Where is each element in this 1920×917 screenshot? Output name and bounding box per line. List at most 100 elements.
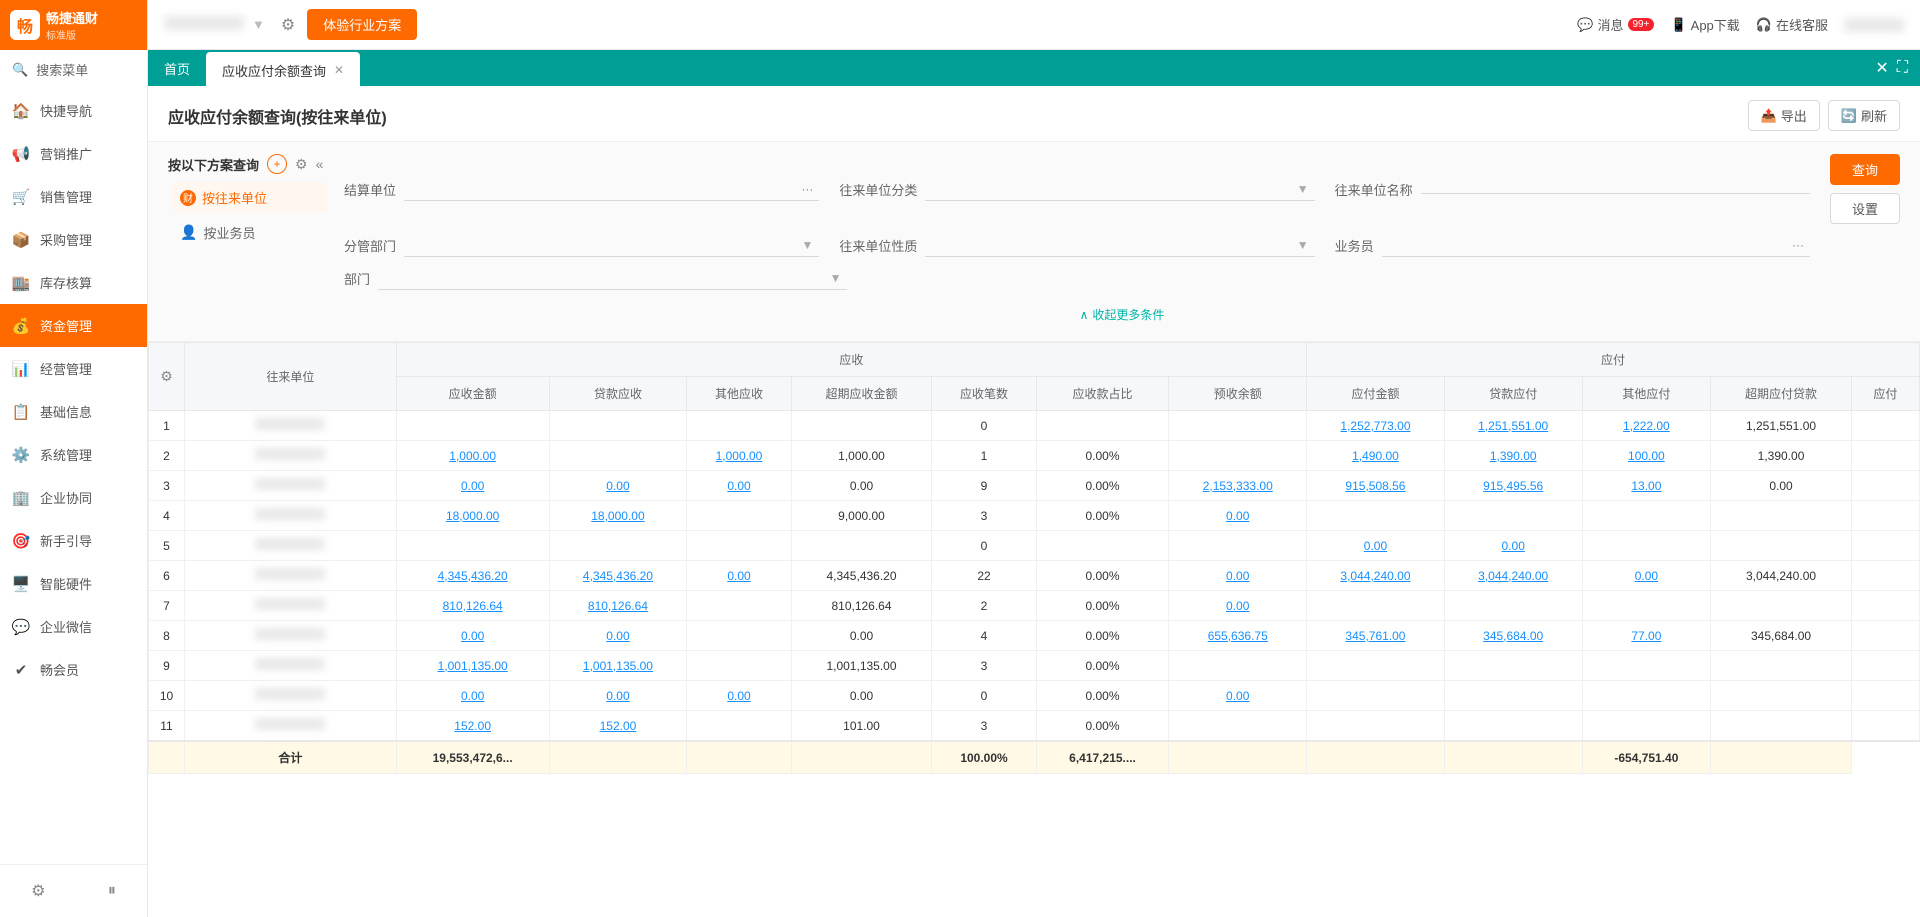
cell-link[interactable]: 1,001,135.00: [583, 659, 653, 673]
filter-collapse-icon[interactable]: «: [316, 156, 324, 172]
set-btn[interactable]: 设置: [1830, 193, 1900, 224]
cell-link[interactable]: 100.00: [1628, 449, 1665, 463]
row-num: 1: [149, 411, 185, 441]
window-close-icon[interactable]: ✕: [1875, 58, 1888, 78]
online-service-label: 在线客服: [1776, 15, 1828, 34]
sidebar-collapse-btn[interactable]: ⏸: [100, 874, 124, 908]
sidebar-item-sysadmin[interactable]: ⚙️ 系统管理: [0, 433, 147, 476]
refresh-btn[interactable]: 🔄 刷新: [1828, 100, 1900, 131]
cell-link[interactable]: 0.00: [606, 479, 629, 493]
row-ap-other: [1582, 501, 1711, 531]
message-btn[interactable]: 💬 消息 99+: [1577, 15, 1654, 34]
settlement-input[interactable]: ···: [404, 178, 819, 201]
cell-link[interactable]: 0.00: [1635, 569, 1658, 583]
user-avatar[interactable]: [1844, 18, 1904, 32]
sidebar-search[interactable]: 🔍 搜索菜单: [0, 50, 147, 89]
row-ar-ratio: 0.00%: [1036, 441, 1169, 471]
cell-link[interactable]: 0.00: [1226, 569, 1249, 583]
cell-link[interactable]: 0.00: [1364, 539, 1387, 553]
cell-link[interactable]: 0.00: [461, 689, 484, 703]
cell-link[interactable]: 0.00: [1226, 509, 1249, 523]
dept-select[interactable]: ▼: [378, 267, 847, 290]
cell-link[interactable]: 1,390.00: [1490, 449, 1537, 463]
partner-name-input[interactable]: [1421, 185, 1810, 194]
cell-link[interactable]: 0.00: [461, 479, 484, 493]
cell-link[interactable]: 18,000.00: [446, 509, 499, 523]
cell-link[interactable]: 915,508.56: [1345, 479, 1405, 493]
cell-link[interactable]: 810,126.64: [588, 599, 648, 613]
cell-link[interactable]: 0.00: [1502, 539, 1525, 553]
scheme-by-staff[interactable]: 👤 按业务员: [172, 217, 328, 248]
solution-btn[interactable]: 体验行业方案: [307, 9, 417, 40]
table-row: 3 0.00 0.00 0.00 0.00 9 0.00% 2,153,333.…: [149, 471, 1920, 501]
cell-link[interactable]: 0.00: [1226, 689, 1249, 703]
cell-link[interactable]: 810,126.64: [443, 599, 503, 613]
sidebar-settings-btn[interactable]: ⚙: [23, 873, 53, 909]
partner-category-select[interactable]: ▼: [925, 178, 1314, 201]
cell-link[interactable]: 655,636.75: [1208, 629, 1268, 643]
division-select[interactable]: ▼: [404, 234, 819, 257]
cell-link[interactable]: 1,000.00: [449, 449, 496, 463]
cell-link[interactable]: 4,345,436.20: [583, 569, 653, 583]
cell-link[interactable]: 0.00: [727, 689, 750, 703]
cell-link[interactable]: 3,044,240.00: [1478, 569, 1548, 583]
cell-link[interactable]: 152.00: [454, 719, 491, 733]
cell-link[interactable]: 1,251,551.00: [1478, 419, 1548, 433]
sidebar-item-member[interactable]: ✔ 畅会员: [0, 648, 147, 691]
partner-nature-select[interactable]: ▼: [925, 234, 1314, 257]
window-expand-icon[interactable]: ⛶: [1897, 59, 1908, 77]
app-download-btn[interactable]: 📱 App下载: [1670, 15, 1739, 34]
cell-link[interactable]: 0.00: [727, 479, 750, 493]
sidebar-item-finance[interactable]: 💰 资金管理: [0, 304, 147, 347]
sidebar-item-inventory[interactable]: 🏬 库存核算: [0, 261, 147, 304]
row-ap-more: [1851, 651, 1919, 681]
cell-link[interactable]: 2,153,333.00: [1203, 479, 1273, 493]
sidebar-item-operations[interactable]: 📊 经营管理: [0, 347, 147, 390]
row-ar-loan: 152.00: [549, 711, 687, 742]
sidebar-item-purchase[interactable]: 📦 采购管理: [0, 218, 147, 261]
header-gear-icon[interactable]: ⚙: [281, 15, 295, 35]
sidebar-item-enterprise[interactable]: 🏢 企业协同: [0, 476, 147, 519]
tab-home[interactable]: 首页: [148, 50, 206, 86]
cell-link[interactable]: 1,000.00: [716, 449, 763, 463]
filter-add-btn[interactable]: +: [267, 154, 287, 174]
sidebar-item-wechat[interactable]: 💬 企业微信: [0, 605, 147, 648]
online-service-btn[interactable]: 🎧 在线客服: [1756, 15, 1828, 34]
sidebar-item-hardware[interactable]: 🖥️ 智能硬件: [0, 562, 147, 605]
collapse-btn[interactable]: ∧ 收起更多条件: [1080, 300, 1165, 329]
cell-link[interactable]: 1,222.00: [1623, 419, 1670, 433]
tab-arquery[interactable]: 应收应付余额查询 ✕: [206, 52, 360, 88]
cell-link[interactable]: 3,044,240.00: [1340, 569, 1410, 583]
row-num: 10: [149, 681, 185, 711]
query-btn[interactable]: 查询: [1830, 154, 1900, 185]
sidebar-item-basicinfo[interactable]: 📋 基础信息: [0, 390, 147, 433]
cell-link[interactable]: 345,761.00: [1345, 629, 1405, 643]
export-btn[interactable]: 📤 导出: [1748, 100, 1820, 131]
sidebar-item-marketing[interactable]: 📢 营销推广: [0, 132, 147, 175]
cell-link[interactable]: 18,000.00: [591, 509, 644, 523]
cell-link[interactable]: 0.00: [727, 569, 750, 583]
th-ar-overdue: 超期应收金额: [791, 377, 932, 411]
filter-settings-icon[interactable]: ⚙: [295, 156, 308, 173]
cell-link[interactable]: 915,495.56: [1483, 479, 1543, 493]
cell-link[interactable]: 1,252,773.00: [1340, 419, 1410, 433]
cell-link[interactable]: 345,684.00: [1483, 629, 1543, 643]
salesperson-input[interactable]: ···: [1382, 234, 1810, 257]
sidebar-item-sales[interactable]: 🛒 销售管理: [0, 175, 147, 218]
cell-link[interactable]: 152.00: [600, 719, 637, 733]
cell-link[interactable]: 0.00: [606, 689, 629, 703]
tab-close-icon[interactable]: ✕: [334, 63, 344, 77]
sidebar-item-guide[interactable]: 🎯 新手引导: [0, 519, 147, 562]
cell-link[interactable]: 0.00: [1226, 599, 1249, 613]
cell-link[interactable]: 4,345,436.20: [438, 569, 508, 583]
cell-link[interactable]: 1,490.00: [1352, 449, 1399, 463]
export-label: 导出: [1781, 106, 1807, 125]
cell-link[interactable]: 1,001,135.00: [438, 659, 508, 673]
cell-link[interactable]: 13.00: [1631, 479, 1661, 493]
cell-link[interactable]: 77.00: [1631, 629, 1661, 643]
sidebar-item-quicknav[interactable]: 🏠 快捷导航: [0, 89, 147, 132]
cell-link[interactable]: 0.00: [606, 629, 629, 643]
table-settings-icon[interactable]: ⚙: [160, 368, 173, 384]
cell-link[interactable]: 0.00: [461, 629, 484, 643]
scheme-by-partner[interactable]: 财 按往来单位: [172, 182, 328, 213]
